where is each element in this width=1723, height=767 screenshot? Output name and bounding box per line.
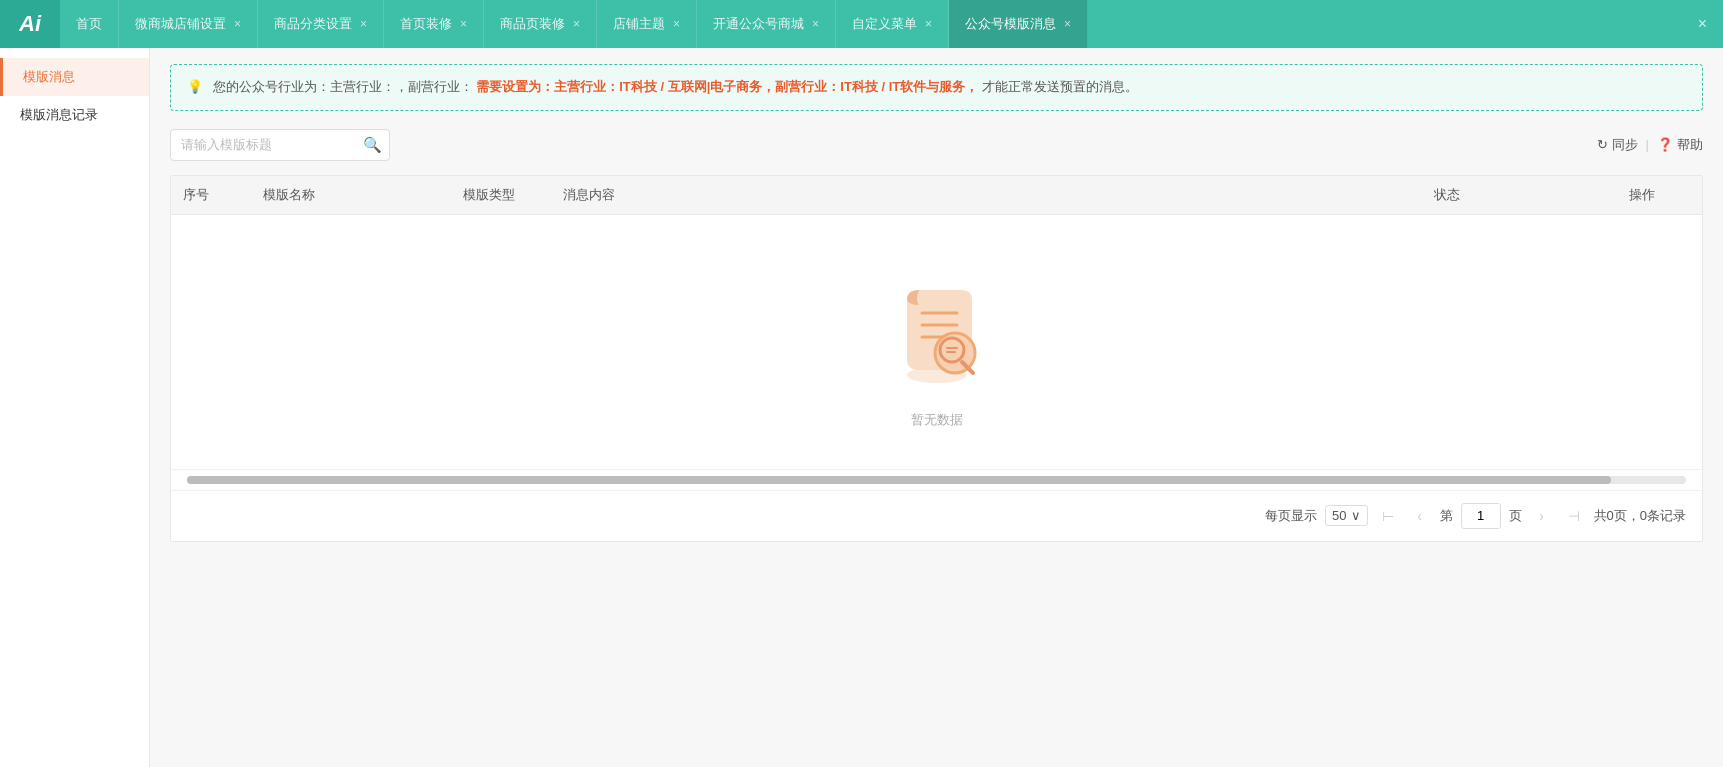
sidebar: 模版消息 模版消息记录 (0, 48, 150, 767)
tab-custom-menu[interactable]: 自定义菜单 × (836, 0, 949, 48)
close-tab-4[interactable]: × (573, 17, 580, 31)
col-header-action: 操作 (1582, 176, 1702, 214)
logo: Ai (0, 0, 60, 48)
total-info: 共0页，0条记录 (1594, 507, 1686, 525)
empty-state: 暂无数据 (171, 215, 1702, 469)
close-tab-3[interactable]: × (460, 17, 467, 31)
close-tab-2[interactable]: × (360, 17, 367, 31)
sidebar-item-template-msg[interactable]: 模版消息 (0, 58, 149, 96)
tab-store-theme[interactable]: 店铺主题 × (597, 0, 697, 48)
notice-icon: 💡 (187, 79, 203, 94)
help-label: 帮助 (1677, 136, 1703, 154)
first-page-button[interactable]: ⊢ (1376, 504, 1400, 528)
empty-icon (877, 275, 997, 395)
top-nav: Ai 首页 微商城店铺设置 × 商品分类设置 × 首页装修 × 商品页装修 × … (0, 0, 1723, 48)
pagination: 每页显示 50 ∨ ⊢ ‹ 第 页 › ⊣ 共0页，0条记录 (171, 490, 1702, 541)
col-header-content: 消息内容 (551, 176, 1422, 214)
search-button[interactable]: 🔍 (363, 136, 382, 154)
notice-suffix: 才能正常发送预置的消息。 (982, 79, 1138, 94)
main-layout: 模版消息 模版消息记录 💡 您的公众号行业为：主营行业：，副营行业： 需要设置为… (0, 48, 1723, 767)
tab-home-decor[interactable]: 首页装修 × (384, 0, 484, 48)
next-page-button[interactable]: › (1530, 504, 1554, 528)
per-page-value: 50 (1332, 508, 1346, 523)
sync-label: 同步 (1612, 136, 1638, 154)
close-tab-1[interactable]: × (234, 17, 241, 31)
tab-shop-settings[interactable]: 微商城店铺设置 × (119, 0, 258, 48)
scroll-area[interactable] (171, 469, 1702, 490)
prev-page-button[interactable]: ‹ (1408, 504, 1432, 528)
close-all-button[interactable]: × (1682, 15, 1723, 33)
toolbar-divider: | (1646, 137, 1649, 152)
tab-category-settings[interactable]: 商品分类设置 × (258, 0, 384, 48)
sync-button[interactable]: ↻ 同步 (1597, 136, 1638, 154)
close-tab-6[interactable]: × (812, 17, 819, 31)
page-label-suf: 页 (1509, 507, 1522, 525)
col-header-index: 序号 (171, 176, 251, 214)
table-header: 序号 模版名称 模版类型 消息内容 状态 操作 (171, 176, 1702, 215)
col-header-type: 模版类型 (451, 176, 551, 214)
close-tab-7[interactable]: × (925, 17, 932, 31)
page-input[interactable] (1461, 503, 1501, 529)
scroll-track (187, 476, 1686, 484)
col-header-name: 模版名称 (251, 176, 451, 214)
help-button[interactable]: ❓ 帮助 (1657, 136, 1703, 154)
toolbar-right: ↻ 同步 | ❓ 帮助 (1597, 136, 1703, 154)
empty-text: 暂无数据 (911, 411, 963, 429)
search-input[interactable] (170, 129, 390, 161)
content-area: 💡 您的公众号行业为：主营行业：，副营行业： 需要设置为：主营行业：IT科技 /… (150, 48, 1723, 767)
scroll-thumb (187, 476, 1611, 484)
close-tab-8[interactable]: × (1064, 17, 1071, 31)
sync-icon: ↻ (1597, 137, 1608, 152)
per-page-label: 每页显示 (1265, 507, 1317, 525)
sidebar-item-template-msg-record[interactable]: 模版消息记录 (0, 96, 149, 134)
notice-highlight: 需要设置为：主营行业：IT科技 / 互联网|电子商务，副营行业：IT科技 / I… (476, 79, 978, 94)
notice-banner: 💡 您的公众号行业为：主营行业：，副营行业： 需要设置为：主营行业：IT科技 /… (170, 64, 1703, 111)
tab-product-decor[interactable]: 商品页装修 × (484, 0, 597, 48)
page-label-pre: 第 (1440, 507, 1453, 525)
per-page-select[interactable]: 50 ∨ (1325, 505, 1367, 526)
tab-open-mall[interactable]: 开通公众号商城 × (697, 0, 836, 48)
tab-home[interactable]: 首页 (60, 0, 119, 48)
chevron-down-icon: ∨ (1351, 508, 1361, 523)
search-input-wrap: 🔍 (170, 129, 390, 161)
col-header-status: 状态 (1422, 176, 1582, 214)
close-tab-5[interactable]: × (673, 17, 680, 31)
help-icon: ❓ (1657, 137, 1673, 152)
notice-prefix: 您的公众号行业为：主营行业：，副营行业： (213, 79, 473, 94)
search-bar: 🔍 ↻ 同步 | ❓ 帮助 (170, 129, 1703, 161)
tab-template-msg[interactable]: 公众号模版消息 × (949, 0, 1088, 48)
last-page-button[interactable]: ⊣ (1562, 504, 1586, 528)
data-table: 序号 模版名称 模版类型 消息内容 状态 操作 (170, 175, 1703, 542)
